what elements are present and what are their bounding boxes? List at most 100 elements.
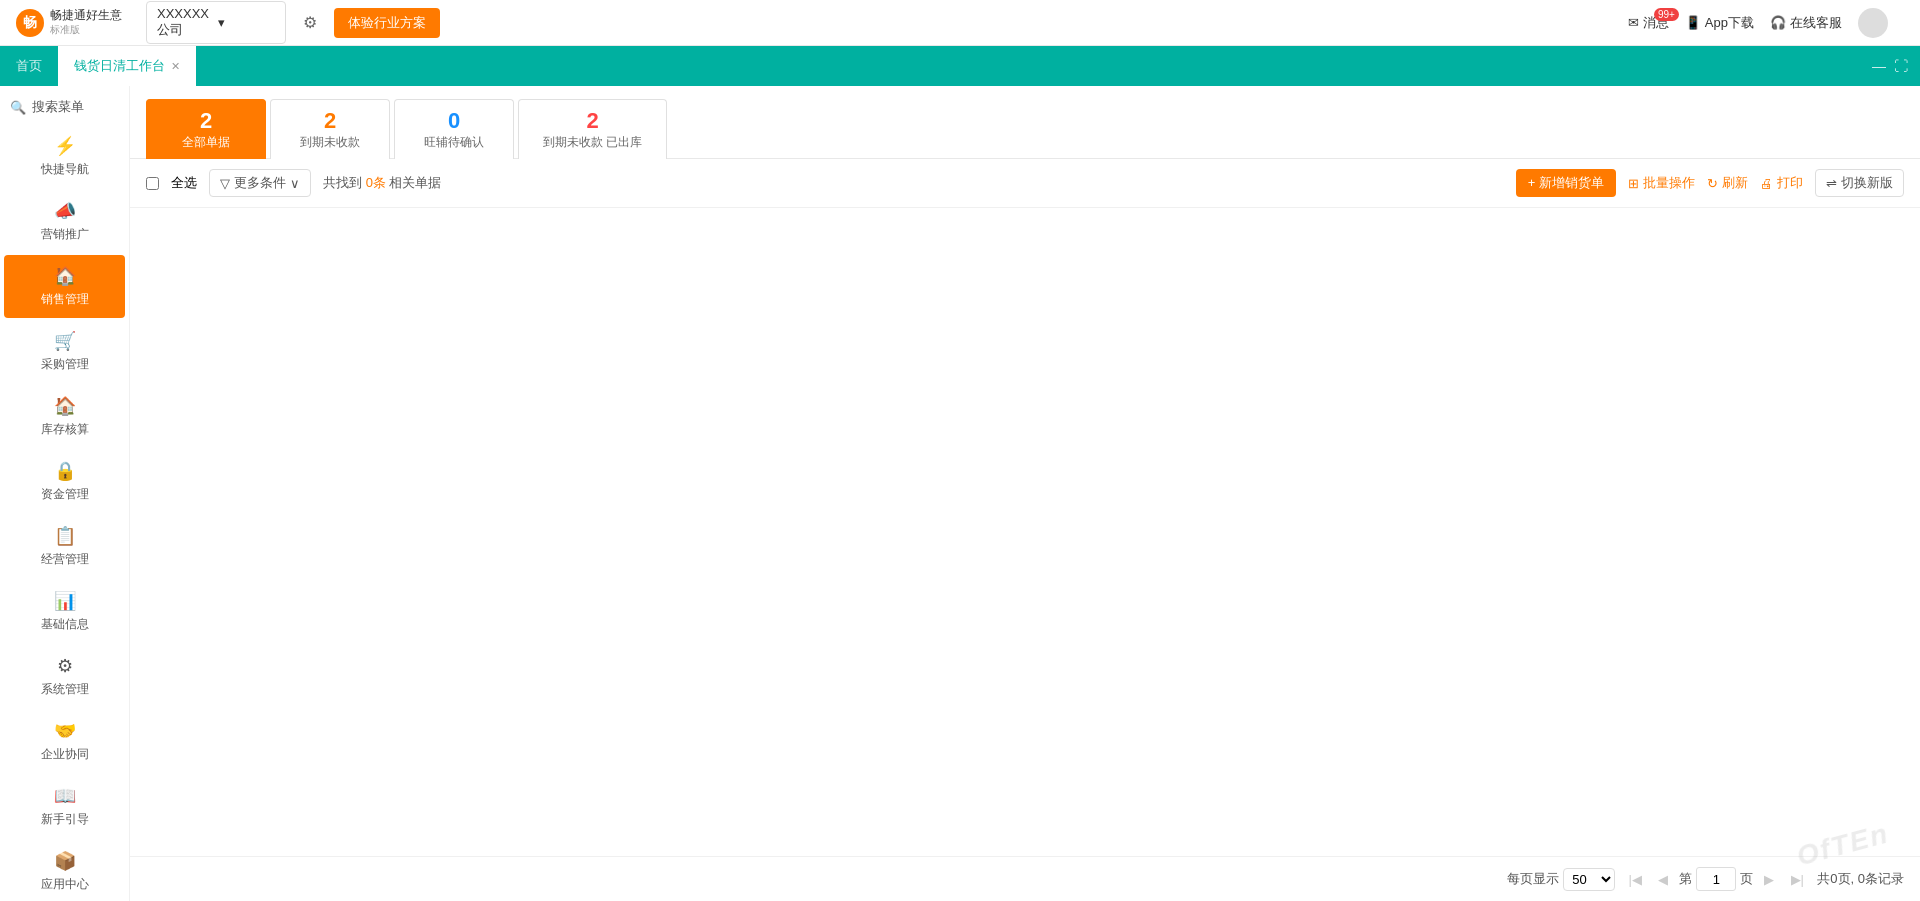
found-count: 0条 [366,175,386,190]
cooperation-label: 企业协同 [41,746,89,763]
guide-icon: 📖 [54,785,76,807]
tab-qianhuoriqing[interactable]: 钱货日清工作台 ✕ [58,46,196,86]
tab-minimize-icon[interactable]: — [1872,58,1886,74]
company-selector[interactable]: XXXXXX公司 ▾ [146,1,286,44]
online-service-label: 在线客服 [1790,14,1842,32]
sidebar-item-system[interactable]: ⚙ 系统管理 [4,645,125,708]
refresh-label: 刷新 [1722,174,1748,192]
operations-icon: 📋 [54,525,76,547]
inventory-label: 库存核算 [41,421,89,438]
filter-icon: ▽ [220,176,230,191]
stat-overdue-label: 到期未收款 [300,134,360,151]
sidebar-item-marketing[interactable]: 📣 营销推广 [4,190,125,253]
page-size-select[interactable]: 50 100 200 [1563,868,1615,891]
stat-wangfu-num: 0 [448,108,460,134]
toolbar-right: + 新增销货单 ⊞ 批量操作 ↻ 刷新 🖨 打印 ⇌ 切换新版 [1516,169,1904,197]
sidebar-item-sales[interactable]: 🏠 销售管理 [4,255,125,318]
first-page-button[interactable]: |◀ [1623,867,1647,891]
system-icon: ⚙ [57,655,73,677]
print-button[interactable]: 🖨 打印 [1760,174,1803,192]
select-all-label: 全选 [171,174,197,192]
tab-home[interactable]: 首页 [0,46,58,86]
sidebar-item-finance[interactable]: 🔒 资金管理 [4,450,125,513]
stat-tab-wangfu[interactable]: 0 旺辅待确认 [394,99,514,159]
stat-overdue-shipped-num: 2 [587,108,599,134]
refresh-icon: ↻ [1707,176,1718,191]
gear-icon: ⚙ [303,13,317,32]
stat-overdue-num: 2 [324,108,336,134]
message-button[interactable]: ✉ 消息 99+ [1628,14,1669,32]
sidebar-item-cooperation[interactable]: 🤝 企业协同 [4,710,125,773]
base-info-icon: 📊 [54,590,76,612]
per-page-label: 每页显示 [1507,870,1559,888]
stat-all-num: 2 [200,108,212,134]
batch-operation-button[interactable]: ⊞ 批量操作 [1628,174,1695,192]
online-service-button[interactable]: 🎧 在线客服 [1770,14,1842,32]
sidebar-item-quick-nav[interactable]: ⚡ 快捷导航 [4,125,125,188]
next-page-button[interactable]: ▶ [1757,867,1781,891]
stat-wangfu-label: 旺辅待确认 [424,134,484,151]
cooperation-icon: 🤝 [54,720,76,742]
batch-label: 批量操作 [1643,174,1695,192]
pagination-bar: 每页显示 50 100 200 |◀ ◀ 第 页 ▶ ▶| 共0页, 0条记录 [130,856,1920,901]
sales-label: 销售管理 [41,291,89,308]
prev-page-button[interactable]: ◀ [1651,867,1675,891]
finance-label: 资金管理 [41,486,89,503]
app-download-button[interactable]: 📱 App下载 [1685,14,1754,32]
total-text: 共0页, 0条记录 [1817,870,1904,888]
tab-bar: 首页 钱货日清工作台 ✕ — ⛶ [0,46,1920,86]
switch-version-button[interactable]: ⇌ 切换新版 [1815,169,1904,197]
sidebar-item-app-center[interactable]: 📦 应用中心 [4,840,125,901]
logo-icon: 畅 [16,9,44,37]
page-size-selector: 每页显示 50 100 200 [1507,868,1615,891]
inventory-icon: 🏠 [54,395,76,417]
avatar[interactable] [1858,8,1888,38]
logo-text-block: 畅捷通好生意 标准版 [50,8,122,38]
marketing-icon: 📣 [54,200,76,222]
filter-button[interactable]: ▽ 更多条件 ∨ [209,169,311,197]
chevron-down-icon: ▾ [218,15,275,30]
quick-nav-label: 快捷导航 [41,161,89,178]
tab-controls: — ⛶ [1872,58,1920,74]
page-suffix-label: 页 [1740,870,1753,888]
last-page-button[interactable]: ▶| [1785,867,1809,891]
page-number-input[interactable] [1696,867,1736,891]
app-center-label: 应用中心 [41,876,89,893]
finance-icon: 🔒 [54,460,76,482]
trial-button[interactable]: 体验行业方案 [334,8,440,38]
marketing-label: 营销推广 [41,226,89,243]
settings-icon-btn[interactable]: ⚙ [294,7,326,39]
toolbar: 全选 ▽ 更多条件 ∨ 共找到 0条 相关单据 + 新增销货单 ⊞ 批量操作 ↻… [130,159,1920,208]
sidebar-item-inventory[interactable]: 🏠 库存核算 [4,385,125,448]
stats-tabs: 2 全部单据 2 到期未收款 0 旺辅待确认 2 到期未收款 已出库 [130,86,1920,159]
batch-icon: ⊞ [1628,176,1639,191]
page-prefix-label: 第 [1679,870,1692,888]
sales-icon: 🏠 [54,265,76,287]
purchase-icon: 🛒 [54,330,76,352]
sidebar-item-guide[interactable]: 📖 新手引导 [4,775,125,838]
sidebar-item-operations[interactable]: 📋 经营管理 [4,515,125,578]
search-icon: 🔍 [10,100,26,115]
print-icon: 🖨 [1760,176,1773,191]
app-download-label: App下载 [1705,14,1754,32]
stat-overdue-shipped-label: 到期未收款 已出库 [543,134,642,151]
base-info-label: 基础信息 [41,616,89,633]
stat-all-label: 全部单据 [182,134,230,151]
add-sale-order-button[interactable]: + 新增销货单 [1516,169,1616,197]
stat-tab-overdue[interactable]: 2 到期未收款 [270,99,390,159]
page-nav: |◀ ◀ 第 页 ▶ ▶| [1623,867,1809,891]
select-all-checkbox[interactable] [146,177,159,190]
company-name: XXXXXX公司 [157,6,214,39]
refresh-button[interactable]: ↻ 刷新 [1707,174,1748,192]
tab-close-icon[interactable]: ✕ [171,60,180,73]
sidebar-item-purchase[interactable]: 🛒 采购管理 [4,320,125,383]
filter-label: 更多条件 [234,174,286,192]
top-header: 畅 畅捷通好生意 标准版 XXXXXX公司 ▾ ⚙ 体验行业方案 ✉ 消息 99… [0,0,1920,46]
search-menu-label: 搜索菜单 [32,98,84,116]
sidebar-item-base-info[interactable]: 📊 基础信息 [4,580,125,643]
sidebar-search[interactable]: 🔍 搜索菜单 [0,90,129,124]
found-text: 共找到 0条 相关单据 [323,174,441,192]
stat-tab-all[interactable]: 2 全部单据 [146,99,266,159]
stat-tab-overdue-shipped[interactable]: 2 到期未收款 已出库 [518,99,667,159]
tab-expand-icon[interactable]: ⛶ [1894,58,1908,74]
